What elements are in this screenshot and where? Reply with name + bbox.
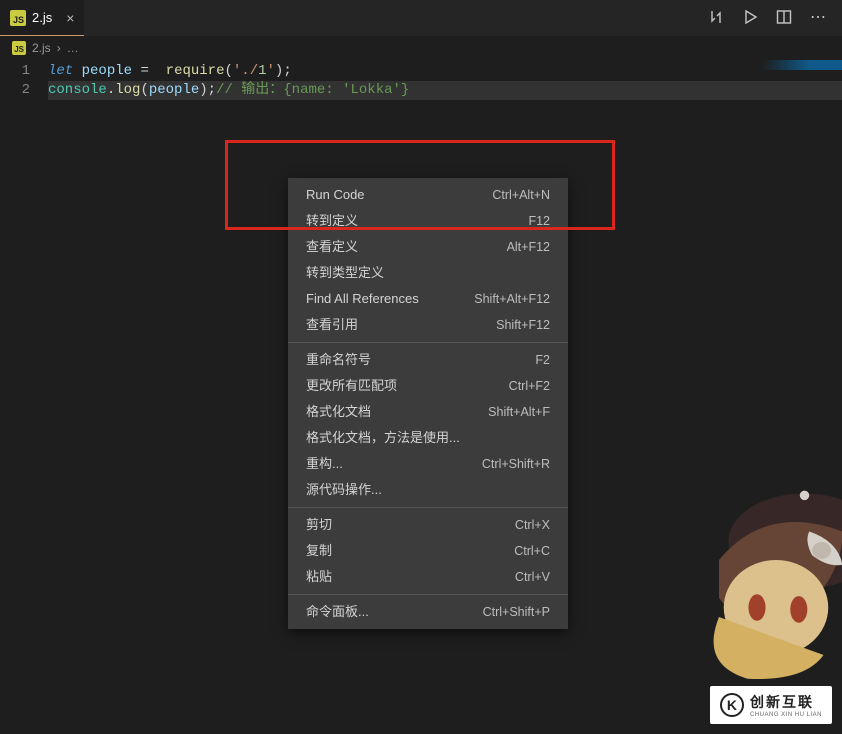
- menu-item-shortcut: F2: [535, 351, 550, 369]
- logo-ring: K: [720, 693, 744, 717]
- menu-item-shortcut: Shift+Alt+F12: [474, 290, 550, 308]
- code-content[interactable]: let people = require('./1');: [48, 62, 842, 81]
- menu-item-label: 剪切: [306, 516, 332, 534]
- menu-item-shortcut: Alt+F12: [507, 238, 550, 256]
- menu-item[interactable]: 粘贴 Ctrl+V: [288, 564, 568, 590]
- watermark-cn: 创新互联: [750, 692, 822, 712]
- tab-filename: 2.js: [32, 10, 52, 25]
- menu-separator: [288, 342, 568, 343]
- compare-changes-icon[interactable]: [708, 9, 724, 28]
- menu-item-label: 格式化文档: [306, 403, 371, 421]
- menu-item-label: 格式化文档，方法是使用...: [306, 429, 460, 447]
- menu-separator: [288, 507, 568, 508]
- menu-item[interactable]: 重命名符号 F2: [288, 347, 568, 373]
- menu-item-shortcut: Ctrl+Shift+R: [482, 455, 550, 473]
- close-icon[interactable]: ×: [66, 10, 74, 26]
- watermark-logo: K 创新互联 CHUANG XIN HU LIAN: [710, 686, 832, 724]
- menu-item-shortcut: Shift+F12: [496, 316, 550, 334]
- minimap[interactable]: [762, 60, 842, 70]
- menu-item[interactable]: 查看引用 Shift+F12: [288, 312, 568, 338]
- character-illustration: [662, 474, 842, 684]
- menu-item-shortcut: Ctrl+V: [515, 568, 550, 586]
- menu-item[interactable]: 源代码操作...: [288, 477, 568, 503]
- line-number: 1: [0, 62, 48, 81]
- menu-item[interactable]: 格式化文档，方法是使用...: [288, 425, 568, 451]
- menu-item[interactable]: Find All References Shift+Alt+F12: [288, 286, 568, 312]
- play-icon[interactable]: [742, 9, 758, 28]
- menu-item-label: 命令面板...: [306, 603, 369, 621]
- menu-item-shortcut: Ctrl+Shift+P: [483, 603, 550, 621]
- line-number: 2: [0, 81, 48, 100]
- menu-item[interactable]: 命令面板... Ctrl+Shift+P: [288, 599, 568, 625]
- menu-item-shortcut: Ctrl+C: [514, 542, 550, 560]
- menu-item-label: 更改所有匹配项: [306, 377, 397, 395]
- split-editor-icon[interactable]: [776, 9, 792, 28]
- menu-item-shortcut: Ctrl+Alt+N: [492, 186, 550, 204]
- menu-item-shortcut: Shift+Alt+F: [488, 403, 550, 421]
- menu-item-shortcut: F12: [528, 212, 550, 230]
- menu-item-label: 粘贴: [306, 568, 332, 586]
- code-line[interactable]: 2console.log(people);// 输出：{name: 'Lokka…: [0, 81, 842, 100]
- js-file-icon: JS: [12, 41, 26, 55]
- more-icon[interactable]: ⋯: [810, 10, 826, 26]
- menu-item[interactable]: 复制 Ctrl+C: [288, 538, 568, 564]
- breadcrumb-tail: …: [67, 41, 79, 55]
- menu-separator: [288, 594, 568, 595]
- context-menu: Run Code Ctrl+Alt+N 转到定义 F12 查看定义 Alt+F12 转到类型…: [288, 178, 568, 629]
- menu-item[interactable]: 查看定义 Alt+F12: [288, 234, 568, 260]
- js-file-icon: JS: [10, 10, 26, 26]
- menu-item-label: 源代码操作...: [306, 481, 382, 499]
- menu-item-label: 转到定义: [306, 212, 358, 230]
- menu-item-label: 查看引用: [306, 316, 358, 334]
- code-content[interactable]: console.log(people);// 输出：{name: 'Lokka'…: [48, 81, 842, 100]
- menu-item-label: 转到类型定义: [306, 264, 384, 282]
- menu-item-shortcut: Ctrl+X: [515, 516, 550, 534]
- menu-item-label: Run Code: [306, 186, 365, 204]
- menu-item-label: 重构...: [306, 455, 343, 473]
- menu-item-label: 查看定义: [306, 238, 358, 256]
- watermark-en: CHUANG XIN HU LIAN: [750, 712, 822, 718]
- menu-item[interactable]: 更改所有匹配项 Ctrl+F2: [288, 373, 568, 399]
- menu-item-label: 重命名符号: [306, 351, 371, 369]
- menu-item-shortcut: Ctrl+F2: [509, 377, 550, 395]
- menu-item[interactable]: 转到定义 F12: [288, 208, 568, 234]
- tab-active[interactable]: JS 2.js ×: [0, 0, 84, 36]
- breadcrumb-file: 2.js: [32, 41, 51, 55]
- menu-item-label: Find All References: [306, 290, 419, 308]
- menu-item[interactable]: Run Code Ctrl+Alt+N: [288, 182, 568, 208]
- breadcrumb[interactable]: JS 2.js › …: [0, 36, 842, 60]
- breadcrumb-sep: ›: [57, 41, 61, 55]
- tab-actions: ⋯: [708, 0, 842, 36]
- tabs-bar: JS 2.js × ⋯: [0, 0, 842, 36]
- menu-item-label: 复制: [306, 542, 332, 560]
- menu-item[interactable]: 剪切 Ctrl+X: [288, 512, 568, 538]
- menu-item[interactable]: 格式化文档 Shift+Alt+F: [288, 399, 568, 425]
- code-line[interactable]: 1let people = require('./1');: [0, 62, 842, 81]
- code-editor[interactable]: 1let people = require('./1');2console.lo…: [0, 60, 842, 102]
- menu-item[interactable]: 重构... Ctrl+Shift+R: [288, 451, 568, 477]
- menu-item[interactable]: 转到类型定义: [288, 260, 568, 286]
